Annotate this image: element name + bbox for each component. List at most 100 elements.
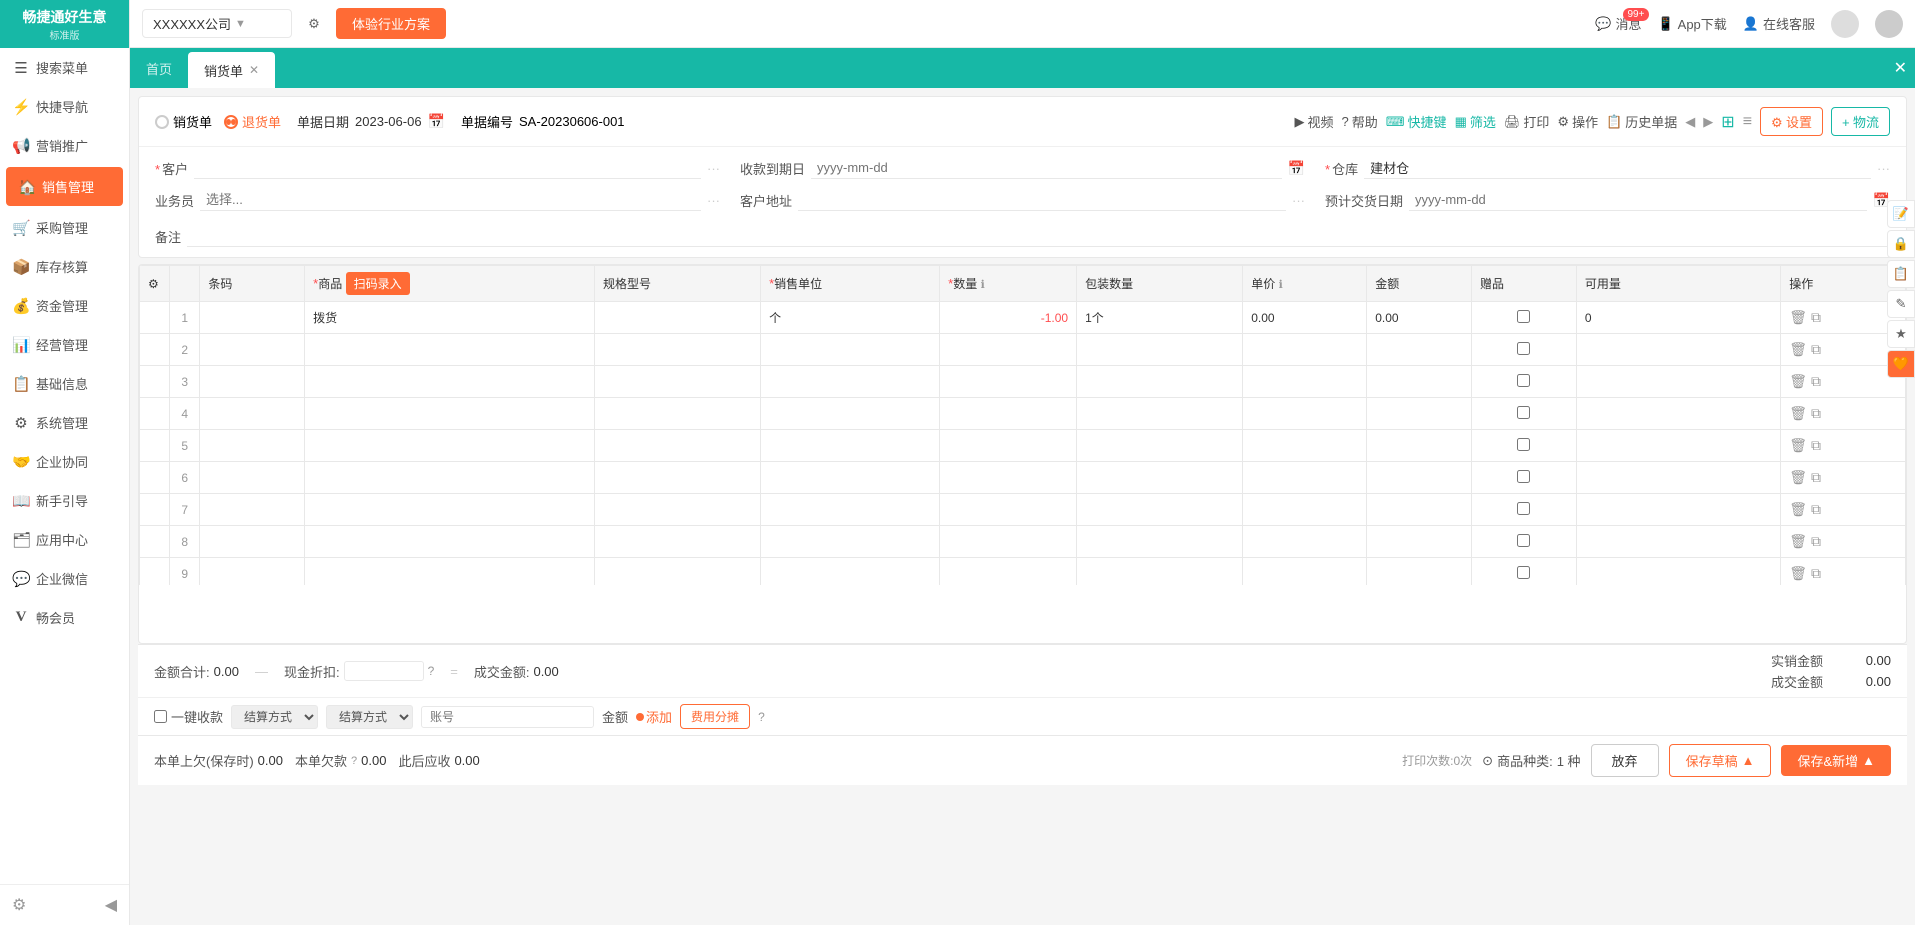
gift-checkbox[interactable]: [1517, 310, 1530, 323]
sidebar-item-collab[interactable]: 🤝 企业协同: [0, 442, 129, 481]
sidebar-item-appstore[interactable]: 🗂 应用中心: [0, 520, 129, 559]
gift-checkbox[interactable]: [1517, 406, 1530, 419]
spec-cell[interactable]: [594, 366, 760, 398]
avatar[interactable]: [1831, 10, 1859, 38]
spec-cell[interactable]: [594, 398, 760, 430]
pack-qty-cell[interactable]: [1077, 366, 1243, 398]
unit-cell[interactable]: 个: [761, 302, 940, 334]
barcode-cell[interactable]: [200, 430, 305, 462]
product-cell[interactable]: [305, 366, 595, 398]
save-new-button[interactable]: 保存&新增 ▲: [1781, 745, 1891, 776]
barcode-cell[interactable]: [200, 494, 305, 526]
qty-cell[interactable]: [940, 462, 1077, 494]
table-scroll[interactable]: ⚙ 条码 *商品 扫码录入 规格型号 *销售单位 *数量 ℹ 包装数量 单价: [139, 265, 1906, 585]
sidebar-item-wechat[interactable]: 💬 企业微信: [0, 559, 129, 598]
product-cell[interactable]: [305, 334, 595, 366]
sidebar-item-guide[interactable]: 📖 新手引导: [0, 481, 129, 520]
qty-cell[interactable]: [940, 526, 1077, 558]
amount-cell[interactable]: [1367, 398, 1472, 430]
gift-checkbox[interactable]: [1517, 470, 1530, 483]
tab-sales-order[interactable]: 销货单 ✕: [188, 52, 275, 88]
pack-qty-cell[interactable]: 1个: [1077, 302, 1243, 334]
gift-cell[interactable]: [1472, 334, 1577, 366]
customer-input[interactable]: [194, 157, 701, 179]
sidebar-item-basicinfo[interactable]: 📋 基础信息: [0, 364, 129, 403]
qty-cell[interactable]: [940, 430, 1077, 462]
collapse-icon[interactable]: ◀: [105, 895, 117, 915]
unit-cell[interactable]: [761, 430, 940, 462]
avatar2[interactable]: [1875, 10, 1903, 38]
shortcut-button[interactable]: ⌨ 快捷键: [1386, 112, 1447, 131]
customer-dots[interactable]: ···: [707, 161, 720, 176]
one-click-checkbox[interactable]: [154, 710, 167, 723]
tab-bar-close-button[interactable]: ✕: [1894, 58, 1907, 78]
amount-cell[interactable]: 0.00: [1367, 302, 1472, 334]
calc-method-select[interactable]: 结算方式: [231, 705, 318, 729]
settings-button[interactable]: ⚙: [300, 10, 328, 38]
delivery-date-input[interactable]: [1409, 189, 1867, 211]
online-support-button[interactable]: 👤 在线客服: [1743, 14, 1815, 33]
warehouse-input[interactable]: [1364, 157, 1871, 179]
float-edit-button[interactable]: ✎: [1887, 290, 1915, 318]
one-click-payment-checkbox[interactable]: 一键收款: [154, 707, 223, 726]
qty-cell[interactable]: [940, 398, 1077, 430]
pack-qty-cell[interactable]: [1077, 430, 1243, 462]
settings-form-button[interactable]: ⚙ 设置: [1760, 107, 1823, 136]
salesman-input[interactable]: [200, 189, 701, 211]
amount-cell[interactable]: [1367, 430, 1472, 462]
th-settings[interactable]: ⚙: [140, 266, 170, 302]
product-cell[interactable]: [305, 494, 595, 526]
pack-qty-cell[interactable]: [1077, 334, 1243, 366]
draft-button[interactable]: 保存草稿 ▲: [1669, 744, 1772, 777]
delete-icon[interactable]: 🗑: [1789, 341, 1807, 358]
delete-icon[interactable]: 🗑: [1789, 533, 1807, 550]
filter-button[interactable]: ▦ 筛选: [1455, 112, 1496, 131]
discard-button[interactable]: 放弃: [1591, 744, 1659, 777]
copy-icon[interactable]: ⧉: [1811, 565, 1821, 582]
calendar-icon[interactable]: 📅: [428, 113, 445, 130]
app-download-button[interactable]: 📱 App下载: [1657, 14, 1726, 33]
video-button[interactable]: ▶ 视频: [1295, 112, 1334, 131]
qty-cell[interactable]: [940, 558, 1077, 586]
price-cell[interactable]: [1243, 398, 1367, 430]
product-cell[interactable]: 拨货: [305, 302, 595, 334]
grid-view-icon[interactable]: ⊞: [1721, 112, 1734, 132]
unit-cell[interactable]: [761, 398, 940, 430]
unit-cell[interactable]: [761, 334, 940, 366]
float-orange-button[interactable]: 🧡: [1887, 350, 1915, 378]
barcode-cell[interactable]: [200, 558, 305, 586]
qty-cell[interactable]: [940, 334, 1077, 366]
sidebar-item-operations[interactable]: 📊 经营管理: [0, 325, 129, 364]
amount-cell[interactable]: [1367, 334, 1472, 366]
amount-cell[interactable]: [1367, 494, 1472, 526]
product-cell[interactable]: [305, 558, 595, 586]
sidebar-item-quicknav[interactable]: ⚡ 快捷导航: [0, 87, 129, 126]
amount-cell[interactable]: [1367, 558, 1472, 586]
company-selector[interactable]: XXXXXX公司 ▼: [142, 9, 292, 38]
radio-sales-order[interactable]: 销货单: [155, 112, 212, 131]
operation-button[interactable]: ⚙ 操作: [1557, 112, 1598, 131]
spec-cell[interactable]: [594, 494, 760, 526]
gift-cell[interactable]: [1472, 558, 1577, 586]
expense-split-button[interactable]: 费用分摊: [680, 704, 750, 729]
qty-cell[interactable]: [940, 494, 1077, 526]
sidebar-item-member[interactable]: V 畅会员: [0, 598, 129, 637]
save-new-chevron-icon[interactable]: ▲: [1862, 753, 1875, 768]
copy-icon[interactable]: ⧉: [1811, 341, 1821, 358]
pack-qty-cell[interactable]: [1077, 494, 1243, 526]
gift-checkbox[interactable]: [1517, 438, 1530, 451]
history-button[interactable]: 📋 历史单据: [1606, 112, 1677, 131]
product-cell[interactable]: [305, 398, 595, 430]
spec-cell[interactable]: [594, 334, 760, 366]
sidebar-item-finance[interactable]: 💰 资金管理: [0, 286, 129, 325]
gift-cell[interactable]: [1472, 366, 1577, 398]
spec-cell[interactable]: [594, 462, 760, 494]
copy-icon[interactable]: ⧉: [1811, 405, 1821, 422]
copy-icon[interactable]: ⧉: [1811, 437, 1821, 454]
gift-cell[interactable]: [1472, 430, 1577, 462]
gift-checkbox[interactable]: [1517, 534, 1530, 547]
receive-date-input[interactable]: [811, 157, 1282, 179]
copy-icon[interactable]: ⧉: [1811, 533, 1821, 550]
product-cell[interactable]: [305, 430, 595, 462]
sidebar-item-system[interactable]: ⚙ 系统管理: [0, 403, 129, 442]
